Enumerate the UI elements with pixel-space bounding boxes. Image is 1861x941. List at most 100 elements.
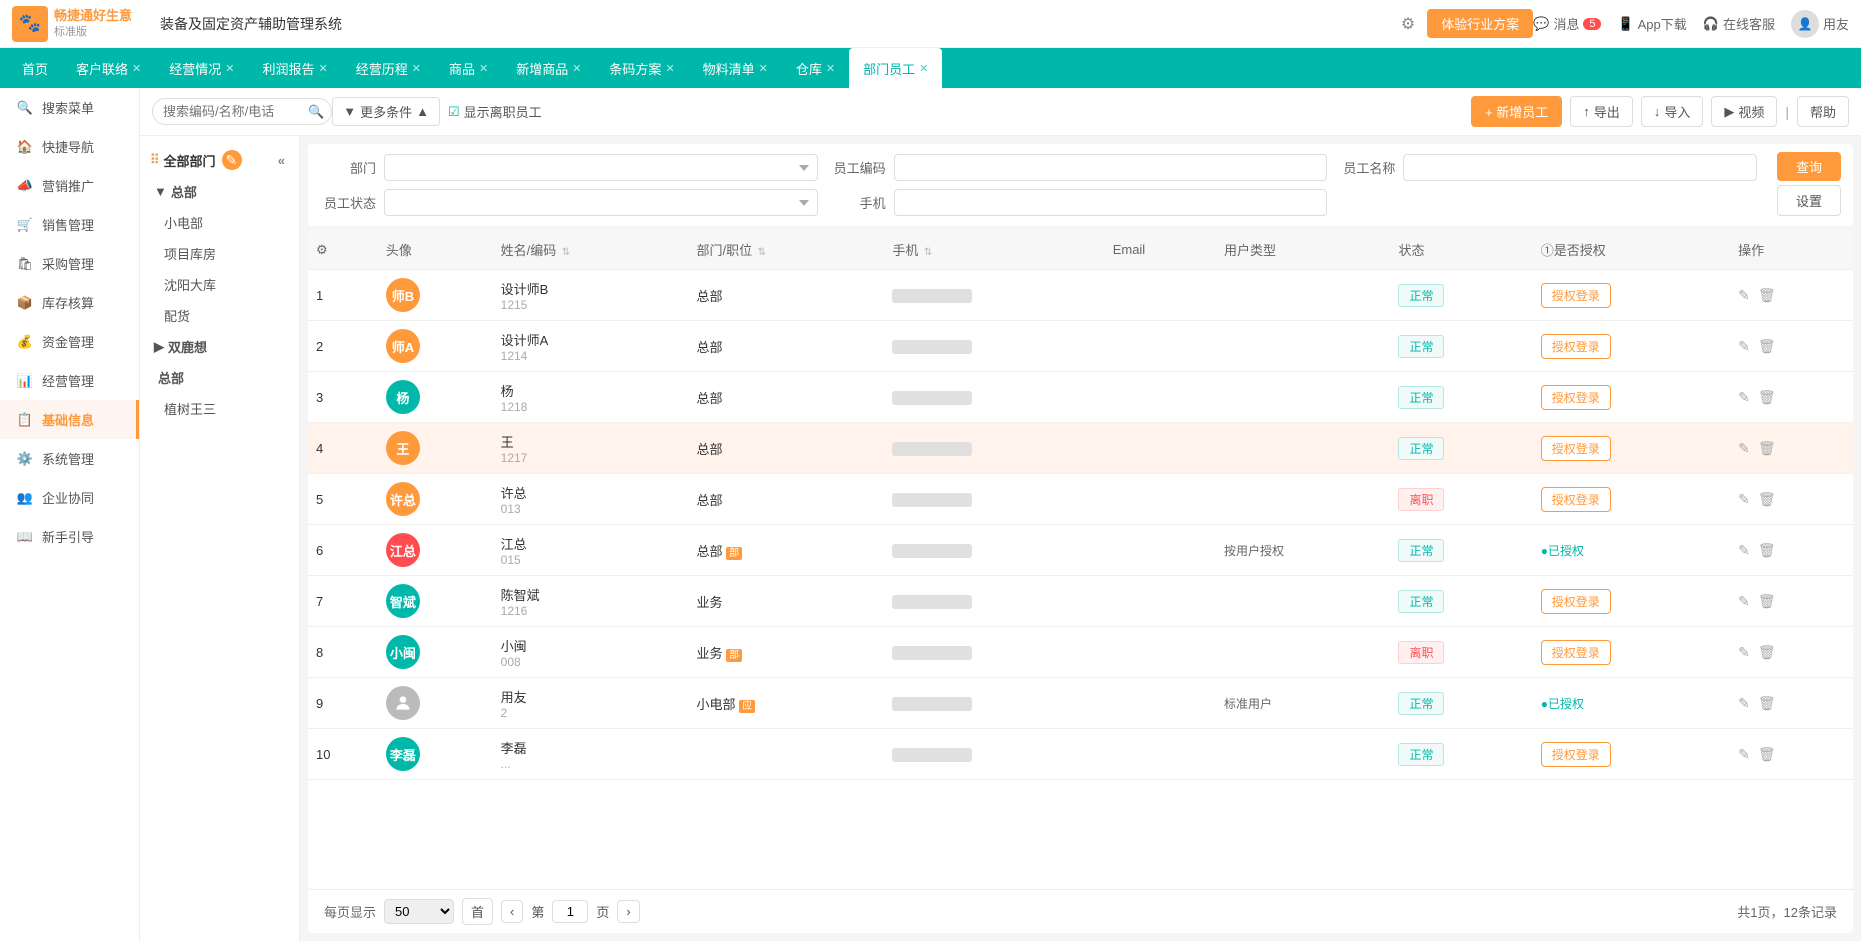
edit-icon[interactable]: ✎ bbox=[1738, 440, 1750, 457]
edit-icon[interactable]: ✎ bbox=[1738, 491, 1750, 508]
dept-group-shuangluxiang[interactable]: ▶ 双鹿想 bbox=[140, 331, 299, 362]
auth-login-btn[interactable]: 授权登录 bbox=[1541, 640, 1611, 665]
col-dept[interactable]: 部门/职位 ⇅ bbox=[689, 230, 885, 270]
nav-goods[interactable]: 商品✕ bbox=[435, 48, 502, 88]
nav-close-history[interactable]: ✕ bbox=[412, 62, 421, 75]
emp-status-select[interactable] bbox=[384, 189, 818, 216]
dept-edit-btn[interactable]: ✎ bbox=[222, 150, 242, 170]
auth-login-btn[interactable]: 授权登录 bbox=[1541, 589, 1611, 614]
edit-icon[interactable]: ✎ bbox=[1738, 644, 1750, 661]
nav-close-bom[interactable]: ✕ bbox=[759, 62, 768, 75]
sidebar-item-nav[interactable]: 🏠 快捷导航 bbox=[0, 127, 139, 166]
msg-item[interactable]: 💬 消息 5 bbox=[1533, 14, 1601, 33]
dept-item-peihuo[interactable]: 配货 bbox=[140, 300, 299, 331]
delete-icon[interactable]: 🗑 bbox=[1758, 491, 1776, 508]
nav-close-operation[interactable]: ✕ bbox=[225, 62, 234, 75]
nav-history[interactable]: 经营历程✕ bbox=[342, 48, 435, 88]
sort-name-icon[interactable]: ⇅ bbox=[562, 247, 570, 258]
edit-icon[interactable]: ✎ bbox=[1738, 593, 1750, 610]
try-btn[interactable]: 体验行业方案 bbox=[1427, 9, 1533, 38]
edit-icon[interactable]: ✎ bbox=[1738, 746, 1750, 763]
sort-phone-icon[interactable]: ⇅ bbox=[924, 247, 932, 258]
sidebar-item-finance[interactable]: 💰 资金管理 bbox=[0, 322, 139, 361]
sort-dept-icon[interactable]: ⇅ bbox=[757, 247, 765, 258]
delete-icon[interactable]: 🗑 bbox=[1758, 644, 1776, 661]
col-phone[interactable]: 手机 ⇅ bbox=[884, 230, 1104, 270]
phone-input[interactable] bbox=[894, 189, 1328, 216]
nav-add-goods[interactable]: 新增商品✕ bbox=[502, 48, 595, 88]
nav-operation[interactable]: 经营情况✕ bbox=[155, 48, 248, 88]
auth-login-btn[interactable]: 授权登录 bbox=[1541, 334, 1611, 359]
delete-icon[interactable]: 🗑 bbox=[1758, 695, 1776, 712]
nav-close-dept-staff[interactable]: ✕ bbox=[919, 62, 928, 75]
dept-collapse-btn[interactable]: « bbox=[274, 151, 289, 170]
sidebar-item-system[interactable]: ⚙️ 系统管理 bbox=[0, 439, 139, 478]
delete-icon[interactable]: 🗑 bbox=[1758, 593, 1776, 610]
auth-login-btn[interactable]: 授权登录 bbox=[1541, 487, 1611, 512]
delete-icon[interactable]: 🗑 bbox=[1758, 389, 1776, 406]
help-btn[interactable]: 帮助 bbox=[1797, 96, 1849, 127]
auth-login-btn[interactable]: 授权登录 bbox=[1541, 385, 1611, 410]
online-service[interactable]: 🎧 在线客服 bbox=[1703, 14, 1775, 33]
edit-icon[interactable]: ✎ bbox=[1738, 542, 1750, 559]
nav-bom[interactable]: 物料清单✕ bbox=[689, 48, 782, 88]
add-employee-btn[interactable]: + 新增员工 bbox=[1471, 96, 1562, 127]
sidebar-item-search[interactable]: 🔍 搜索菜单 bbox=[0, 88, 139, 127]
auth-login-btn[interactable]: 授权登录 bbox=[1541, 283, 1611, 308]
nav-close-add-goods[interactable]: ✕ bbox=[572, 62, 581, 75]
search-input[interactable] bbox=[152, 98, 332, 125]
sidebar-item-basicinfo[interactable]: 📋 基础信息 bbox=[0, 400, 139, 439]
search-button[interactable]: 🔍 bbox=[308, 104, 324, 120]
first-page-btn[interactable]: 首 bbox=[462, 898, 493, 925]
help-icon[interactable]: | bbox=[1785, 104, 1789, 120]
dept-filter-select[interactable] bbox=[384, 154, 818, 181]
import-btn[interactable]: ↓ 导入 bbox=[1641, 96, 1704, 127]
dept-item-xiangmu[interactable]: 项目库房 bbox=[140, 238, 299, 269]
show-resigned-label[interactable]: ☑ 显示离职员工 bbox=[448, 102, 542, 121]
nav-customer[interactable]: 客户联络✕ bbox=[62, 48, 155, 88]
nav-home[interactable]: 首页 bbox=[8, 48, 62, 88]
auth-login-btn[interactable]: 授权登录 bbox=[1541, 742, 1611, 767]
nav-warehouse[interactable]: 仓库✕ bbox=[782, 48, 849, 88]
search-query-btn[interactable]: 查询 bbox=[1777, 152, 1841, 181]
nav-barcode[interactable]: 条码方案✕ bbox=[595, 48, 688, 88]
nav-profit[interactable]: 利润报告✕ bbox=[248, 48, 341, 88]
delete-icon[interactable]: 🗑 bbox=[1758, 542, 1776, 559]
auth-login-btn[interactable]: 授权登录 bbox=[1541, 436, 1611, 461]
nav-close-barcode[interactable]: ✕ bbox=[665, 62, 674, 75]
col-name[interactable]: 姓名/编码 ⇅ bbox=[493, 230, 689, 270]
nav-close-profit[interactable]: ✕ bbox=[319, 62, 328, 75]
dept-group-zongbu[interactable]: 总部 bbox=[140, 362, 299, 393]
prev-page-btn[interactable]: ‹ bbox=[501, 900, 523, 923]
gear-button[interactable]: ⚙ bbox=[1395, 12, 1421, 36]
user-menu[interactable]: 👤 用友 bbox=[1791, 10, 1849, 38]
nav-close-goods[interactable]: ✕ bbox=[479, 62, 488, 75]
next-page-btn[interactable]: › bbox=[617, 900, 639, 923]
nav-close-warehouse[interactable]: ✕ bbox=[826, 62, 835, 75]
delete-icon[interactable]: 🗑 bbox=[1758, 338, 1776, 355]
sidebar-item-purchase[interactable]: 🛍 采购管理 bbox=[0, 244, 139, 283]
emp-code-input[interactable] bbox=[894, 154, 1328, 181]
sidebar-item-management[interactable]: 📊 经营管理 bbox=[0, 361, 139, 400]
delete-icon[interactable]: 🗑 bbox=[1758, 440, 1776, 457]
more-filter-btn[interactable]: ▼ 更多条件 ▲ bbox=[332, 97, 440, 126]
edit-icon[interactable]: ✎ bbox=[1738, 287, 1750, 304]
sidebar-item-sales[interactable]: 🛒 销售管理 bbox=[0, 205, 139, 244]
sidebar-item-cooperation[interactable]: 👥 企业协同 bbox=[0, 478, 139, 517]
edit-icon[interactable]: ✎ bbox=[1738, 338, 1750, 355]
edit-icon[interactable]: ✎ bbox=[1738, 695, 1750, 712]
video-btn[interactable]: ▶ 视频 bbox=[1711, 96, 1777, 127]
page-input[interactable] bbox=[552, 900, 588, 923]
emp-name-input[interactable] bbox=[1403, 154, 1757, 181]
delete-icon[interactable]: 🗑 bbox=[1758, 746, 1776, 763]
sidebar-item-marketing[interactable]: 📣 营销推广 bbox=[0, 166, 139, 205]
delete-icon[interactable]: 🗑 bbox=[1758, 287, 1776, 304]
dept-item-shenyang[interactable]: 沈阳大库 bbox=[140, 269, 299, 300]
nav-close-customer[interactable]: ✕ bbox=[132, 62, 141, 75]
app-download[interactable]: 📱 App下载 bbox=[1617, 14, 1686, 33]
export-btn[interactable]: ↑ 导出 bbox=[1570, 96, 1633, 127]
edit-icon[interactable]: ✎ bbox=[1738, 389, 1750, 406]
dept-item-xiaodian[interactable]: 小电部 bbox=[140, 207, 299, 238]
col-settings[interactable]: ⚙ bbox=[308, 230, 378, 270]
nav-dept-staff[interactable]: 部门员工✕ bbox=[849, 48, 942, 88]
